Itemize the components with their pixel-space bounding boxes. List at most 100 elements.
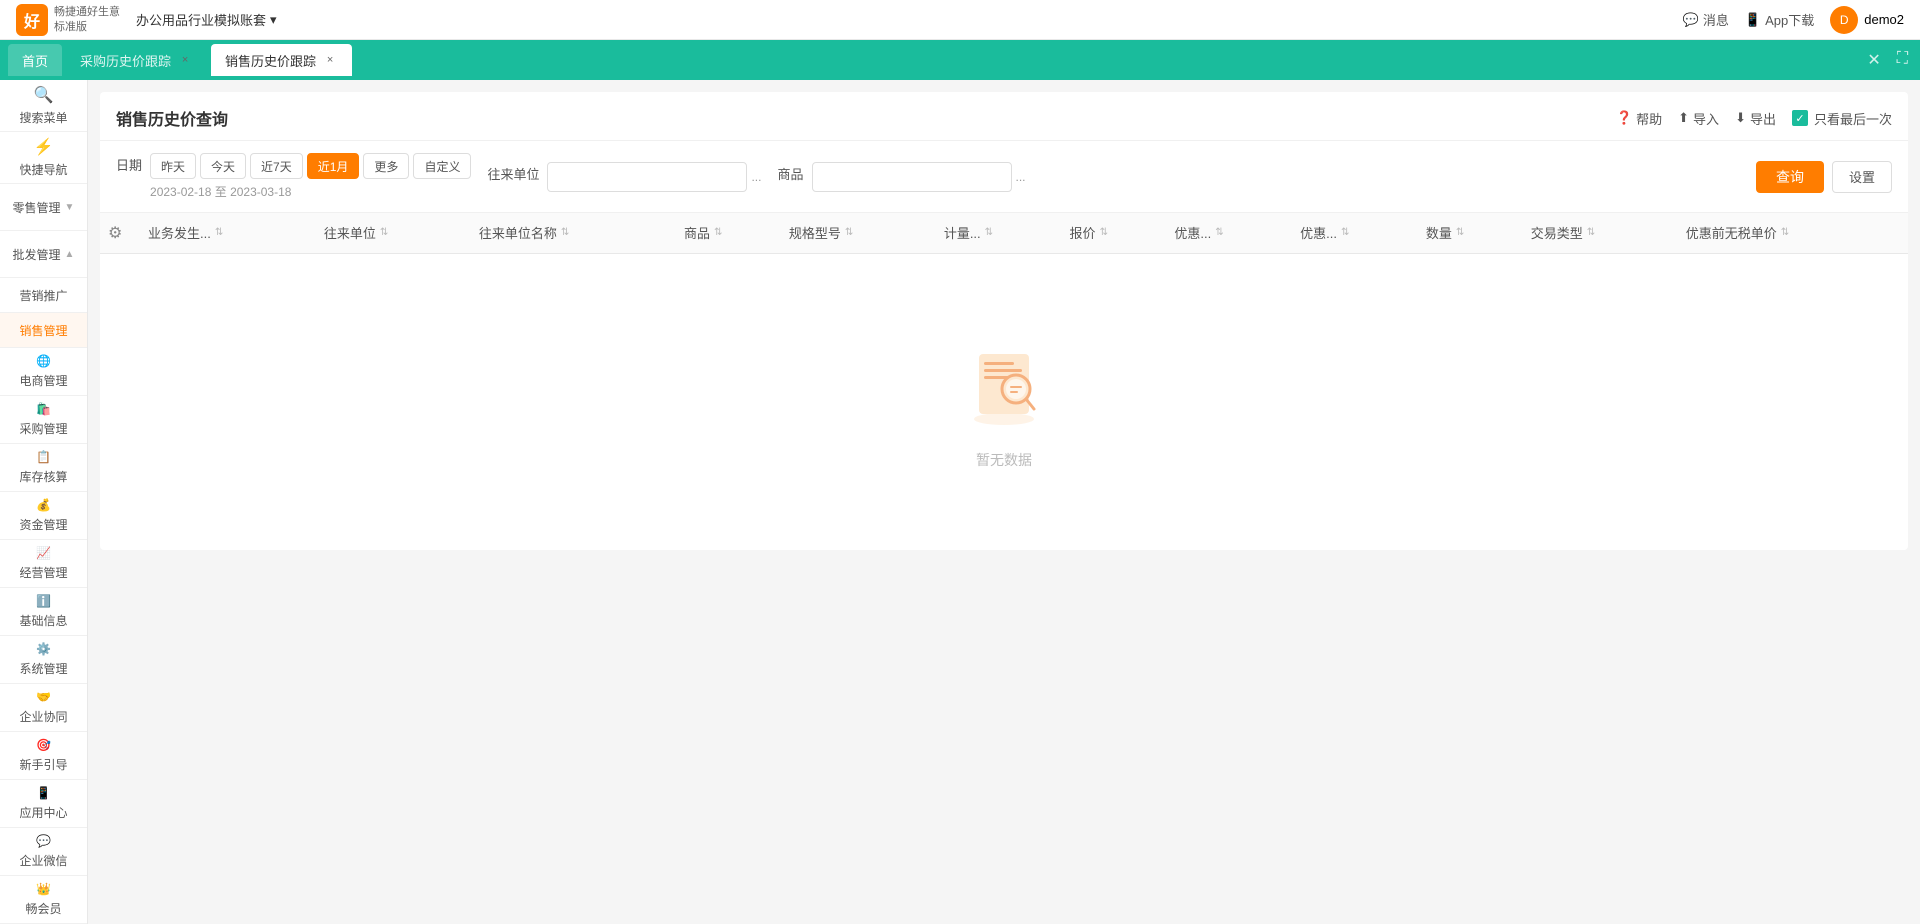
sidebar-item-cooperation[interactable]: 🤝 企业协同 (0, 684, 87, 732)
sales-tab-close[interactable]: × (322, 52, 338, 68)
maximize-button[interactable]: ⛶ (1893, 46, 1912, 74)
operations-icon: 📈 (36, 546, 51, 560)
home-tab-label: 首页 (22, 51, 48, 70)
date-filter-group: 日期 昨天 今天 近7天 近1月 更多 自定义 2023-02-18 至 202… (116, 153, 471, 200)
th-biz-date[interactable]: 业务发生... ⇅ (140, 213, 316, 253)
sort-icon-discount1: ⇅ (1215, 227, 1223, 238)
logo-icon: 好 (16, 4, 48, 36)
export-button[interactable]: ⬇ 导出 (1735, 109, 1776, 128)
cooperation-icon: 🤝 (36, 690, 51, 704)
sidebar-item-newbie[interactable]: 🎯 新手引导 (0, 732, 87, 780)
partner-filter-label: 往来单位 (487, 162, 539, 183)
product-input-group: ... (812, 162, 1026, 192)
user-area[interactable]: D demo2 (1830, 6, 1904, 34)
message-button[interactable]: 💬 消息 (1683, 10, 1729, 29)
sort-icon-discount2: ⇅ (1341, 227, 1349, 238)
user-name: demo2 (1864, 12, 1904, 27)
page-title: 销售历史价查询 (116, 106, 228, 130)
sidebar-item-sales-mgr[interactable]: 销售管理 (0, 313, 87, 348)
partner-filter-group: 往来单位 ... (487, 162, 761, 192)
product-filter-label: 商品 (777, 162, 803, 183)
th-discount2[interactable]: 优惠... ⇅ (1292, 213, 1418, 253)
sidebar-item-basic-info[interactable]: ℹ️ 基础信息 (0, 588, 87, 636)
import-button[interactable]: ⬆ 导入 (1678, 109, 1719, 128)
sidebar-item-finance[interactable]: 💰 资金管理 (0, 492, 87, 540)
app-center-icon: 📱 (36, 786, 51, 800)
table-header-row: ⚙ 业务发生... ⇅ 往来单位 (100, 213, 1908, 253)
sidebar-search-label: 搜索菜单 (19, 109, 67, 126)
close-tab-button[interactable]: ✕ (1863, 46, 1884, 74)
product-more-icon[interactable]: ... (1016, 170, 1026, 184)
sidebar-item-inventory[interactable]: 📋 库存核算 (0, 444, 87, 492)
sidebar-item-search[interactable]: 🔍 搜索菜单 (0, 80, 87, 132)
sort-icon-biz-date: ⇅ (215, 227, 223, 238)
page-actions: ❓ 帮助 ⬆ 导入 ⬇ 导出 ✓ 只看最后一次 (1616, 109, 1892, 128)
sidebar-item-operations[interactable]: 📈 经营管理 (0, 540, 87, 588)
th-discount1[interactable]: 优惠... ⇅ (1166, 213, 1292, 253)
date-btn-custom[interactable]: 自定义 (413, 153, 471, 179)
sidebar-item-app-center[interactable]: 📱 应用中心 (0, 780, 87, 828)
sort-icon-price: ⇅ (1100, 227, 1108, 238)
export-icon: ⬇ (1735, 110, 1746, 126)
product-filter-group: 商品 ... (777, 162, 1025, 192)
help-icon: ❓ (1616, 110, 1632, 126)
table-container: ⚙ 业务发生... ⇅ 往来单位 (100, 213, 1908, 550)
sidebar-item-member[interactable]: 👑 畅会员 (0, 876, 87, 924)
sidebar-item-shortcut[interactable]: ⚡ 快捷导航 (0, 132, 87, 184)
only-last-toggle[interactable]: ✓ 只看最后一次 (1792, 109, 1892, 128)
partner-input[interactable] (547, 162, 747, 192)
app-download-button[interactable]: 📱 App下载 (1745, 10, 1814, 29)
finance-icon: 💰 (36, 498, 51, 512)
date-btn-month[interactable]: 近1月 (307, 153, 360, 179)
data-table: ⚙ 业务发生... ⇅ 往来单位 (100, 213, 1908, 550)
app-selector[interactable]: 办公用品行业模拟账套 ▾ (128, 6, 285, 33)
empty-text: 暂无数据 (976, 450, 1032, 470)
sidebar-item-wholesale[interactable]: 批发管理 ▲ (0, 231, 87, 278)
th-price[interactable]: 报价 ⇅ (1062, 213, 1167, 253)
th-trade-type[interactable]: 交易类型 ⇅ (1523, 213, 1678, 253)
th-product[interactable]: 商品 ⇅ (676, 213, 781, 253)
query-button[interactable]: 查询 (1756, 161, 1824, 193)
sidebar-item-retail[interactable]: 零售管理 ▼ (0, 184, 87, 231)
date-btn-last7[interactable]: 近7天 (250, 153, 303, 179)
checkbox-icon: ✓ (1792, 110, 1808, 126)
tab-purchase[interactable]: 采购历史价跟踪 × (66, 44, 207, 76)
date-range-text: 2023-02-18 至 2023-03-18 (150, 183, 471, 200)
content-area: 销售历史价查询 ❓ 帮助 ⬆ 导入 ⬇ 导出 ✓ (88, 80, 1920, 924)
date-btn-more[interactable]: 更多 (363, 153, 409, 179)
filter-area: 日期 昨天 今天 近7天 近1月 更多 自定义 2023-02-18 至 202… (100, 141, 1908, 213)
th-partner-code[interactable]: 往来单位 ⇅ (316, 213, 471, 253)
date-filter-label: 日期 (116, 153, 142, 174)
date-btn-today[interactable]: 今天 (200, 153, 246, 179)
setting-button[interactable]: 设置 (1832, 161, 1892, 193)
sidebar-item-system[interactable]: ⚙️ 系统管理 (0, 636, 87, 684)
top-bar: 好 畅捷通好生意 标准版 办公用品行业模拟账套 ▾ 💬 消息 📱 App下载 D… (0, 0, 1920, 40)
table-settings-icon[interactable]: ⚙ (108, 225, 122, 242)
th-partner-name[interactable]: 往来单位名称 ⇅ (471, 213, 676, 253)
sort-icon-product: ⇅ (714, 227, 722, 238)
sidebar-item-ecommerce[interactable]: 🌐 电商管理 (0, 348, 87, 396)
date-buttons: 昨天 今天 近7天 近1月 更多 自定义 (150, 153, 471, 179)
partner-more-icon[interactable]: ... (751, 170, 761, 184)
page-container: 销售历史价查询 ❓ 帮助 ⬆ 导入 ⬇ 导出 ✓ (100, 92, 1908, 550)
message-icon: 💬 (1683, 12, 1699, 28)
chevron-down-icon: ▾ (270, 12, 277, 28)
sidebar-item-marketing[interactable]: 营销推广 (0, 278, 87, 313)
basic-info-icon: ℹ️ (36, 594, 51, 608)
th-pre-tax-price[interactable]: 优惠前无税单价 ⇅ (1678, 213, 1908, 253)
sidebar-shortcut-label: 快捷导航 (19, 161, 67, 178)
th-unit[interactable]: 计量... ⇅ (936, 213, 1062, 253)
help-button[interactable]: ❓ 帮助 (1616, 109, 1662, 128)
sidebar-item-wechat[interactable]: 💬 企业微信 (0, 828, 87, 876)
partner-input-group: ... (547, 162, 761, 192)
product-input[interactable] (812, 162, 1012, 192)
logo-area[interactable]: 好 畅捷通好生意 标准版 (16, 4, 120, 36)
th-spec[interactable]: 规格型号 ⇅ (781, 213, 936, 253)
purchase-tab-close[interactable]: × (177, 52, 193, 68)
th-quantity[interactable]: 数量 ⇅ (1418, 213, 1523, 253)
sidebar-item-purchase[interactable]: 🛍️ 采购管理 (0, 396, 87, 444)
table-settings-th[interactable]: ⚙ (100, 213, 140, 253)
tab-home[interactable]: 首页 (8, 44, 62, 76)
tab-sales[interactable]: 销售历史价跟踪 × (211, 44, 352, 76)
date-btn-yesterday[interactable]: 昨天 (150, 153, 196, 179)
